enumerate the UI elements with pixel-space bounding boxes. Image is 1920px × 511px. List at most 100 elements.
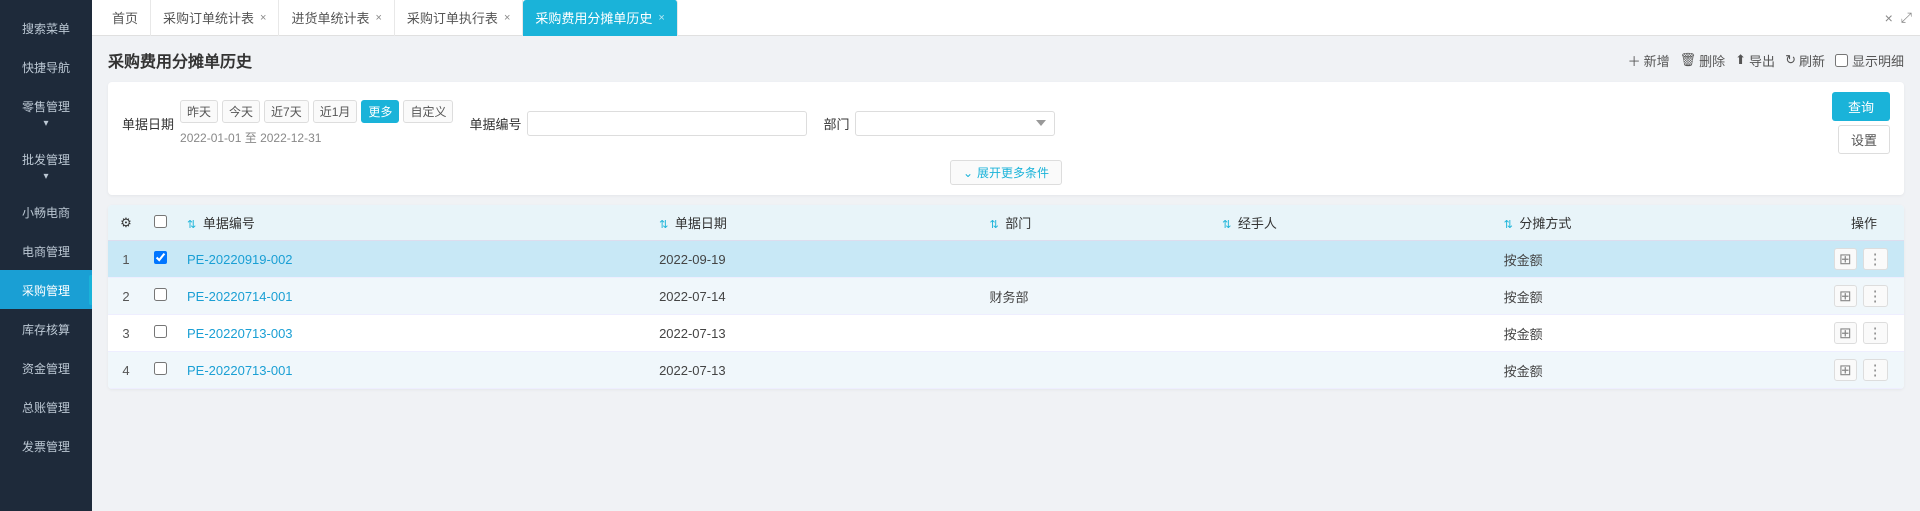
check-cell[interactable] xyxy=(144,241,177,278)
tab-home[interactable]: 首页 xyxy=(100,0,151,36)
check-cell[interactable] xyxy=(144,352,177,389)
col-header-doc-num: ⇅ 单据编号 xyxy=(177,205,649,241)
sidebar-item-label: 小畅电商 xyxy=(4,204,88,221)
seq-cell: 4 xyxy=(108,352,144,389)
date-btn-today[interactable]: 今天 xyxy=(222,100,260,123)
action-cell: ⊞ ⋮ xyxy=(1824,278,1904,315)
sidebar-item-purchase[interactable]: 采购管理 xyxy=(0,270,92,309)
add-button[interactable]: ＋ 新增 xyxy=(1628,51,1670,70)
sidebar-item-wholesale[interactable]: 批发管理 ▾ xyxy=(0,139,92,192)
tab-label: 采购订单统计表 xyxy=(163,8,254,27)
dept-cell xyxy=(979,241,1212,278)
data-table-wrap: ⚙ ⇅ 单据编号 ⇅ 单据日期 xyxy=(108,205,1904,389)
view-icon[interactable]: ⊞ xyxy=(1834,285,1857,307)
doc-num-link[interactable]: PE-20220919-002 xyxy=(187,252,293,267)
view-icon[interactable]: ⊞ xyxy=(1834,248,1857,270)
close-icon[interactable]: × xyxy=(504,12,510,24)
tab-label: 采购费用分摊单历史 xyxy=(535,8,652,27)
doc-num-cell: PE-20220713-003 xyxy=(177,315,649,352)
export-button[interactable]: ⬆ 导出 xyxy=(1735,51,1775,70)
close-icon[interactable]: × xyxy=(375,12,381,24)
col-header-doc-date: ⇅ 单据日期 xyxy=(649,205,979,241)
more-icon[interactable]: ⋮ xyxy=(1863,359,1888,381)
more-icon[interactable]: ⋮ xyxy=(1863,248,1888,270)
sidebar-item-invoice[interactable]: 发票管理 xyxy=(0,426,92,465)
dept-select[interactable] xyxy=(855,111,1055,136)
refresh-button[interactable]: ↻ 刷新 xyxy=(1785,51,1825,70)
sidebar-item-ecommerce[interactable]: 电商管理 xyxy=(0,231,92,270)
sidebar-item-label: 搜索菜单 xyxy=(4,20,88,37)
row-checkbox[interactable] xyxy=(154,288,167,301)
more-icon[interactable]: ⋮ xyxy=(1863,322,1888,344)
close-icon[interactable]: × xyxy=(260,12,266,24)
check-cell[interactable] xyxy=(144,315,177,352)
row-checkbox[interactable] xyxy=(154,325,167,338)
doc-num-input[interactable] xyxy=(527,111,807,136)
show-cols-label-text: 显示明细 xyxy=(1852,51,1904,70)
add-label: 新增 xyxy=(1644,51,1670,70)
settings-button[interactable]: 设置 xyxy=(1838,125,1890,154)
chevron-down-icon: ▾ xyxy=(43,118,48,129)
seq-cell: 2 xyxy=(108,278,144,315)
tab-label: 首页 xyxy=(112,8,138,27)
sidebar-item-search[interactable]: 搜索菜单 xyxy=(0,8,92,47)
handler-cell xyxy=(1212,352,1494,389)
table-check-th[interactable] xyxy=(144,205,177,241)
select-all-checkbox[interactable] xyxy=(154,215,167,228)
tab-purchase-order-stats[interactable]: 采购订单统计表 × xyxy=(151,0,279,36)
split-method-cell: 按金额 xyxy=(1494,278,1824,315)
row-checkbox[interactable] xyxy=(154,251,167,264)
dept-filter: 部门 xyxy=(823,111,1055,136)
doc-num-link[interactable]: PE-20220713-003 xyxy=(187,326,293,341)
tab-purchase-cost-history[interactable]: 采购费用分摊单历史 × xyxy=(523,0,677,36)
table-row: 3 PE-20220713-003 2022-07-13 按金额 ⊞ ⋮ xyxy=(108,315,1904,352)
date-btn-yesterday[interactable]: 昨天 xyxy=(180,100,218,123)
table-row: 4 PE-20220713-001 2022-07-13 按金额 ⊞ ⋮ xyxy=(108,352,1904,389)
view-icon[interactable]: ⊞ xyxy=(1834,322,1857,344)
seq-cell: 3 xyxy=(108,315,144,352)
delete-button[interactable]: 🗑 删除 xyxy=(1680,51,1726,70)
show-cols-toggle[interactable]: 显示明细 xyxy=(1835,51,1904,70)
date-btn-custom[interactable]: 自定义 xyxy=(403,100,453,123)
action-cell: ⊞ ⋮ xyxy=(1824,315,1904,352)
date-btn-more[interactable]: 更多 xyxy=(361,100,399,123)
expand-button[interactable]: ⌄ 展开更多条件 xyxy=(950,160,1062,185)
row-checkbox[interactable] xyxy=(154,362,167,375)
split-method-cell: 按金额 xyxy=(1494,352,1824,389)
col-header-label: 单据编号 xyxy=(203,216,255,231)
sidebar-item-ledger[interactable]: 总账管理 xyxy=(0,387,92,426)
check-cell[interactable] xyxy=(144,278,177,315)
more-icon[interactable]: ⋮ xyxy=(1863,285,1888,307)
toolbar: ＋ 新增 🗑 删除 ⬆ 导出 ↻ 刷新 显示明细 xyxy=(1628,51,1904,70)
doc-date-cell: 2022-07-13 xyxy=(649,315,979,352)
date-btn-7days[interactable]: 近7天 xyxy=(264,100,309,123)
sidebar-item-label: 发票管理 xyxy=(4,438,88,455)
date-section: 昨天 今天 近7天 近1月 更多 自定义 2022-01-01 至 2022-1… xyxy=(180,100,453,146)
show-cols-checkbox[interactable] xyxy=(1835,54,1848,67)
close-icon[interactable]: × xyxy=(658,12,664,24)
expand-label: 展开更多条件 xyxy=(977,164,1049,181)
tab-purchase-exec[interactable]: 采购订单执行表 × xyxy=(395,0,523,36)
handler-cell xyxy=(1212,241,1494,278)
table-settings-icon-th[interactable]: ⚙ xyxy=(108,205,144,241)
sidebar-item-finance[interactable]: 资金管理 xyxy=(0,348,92,387)
refresh-label: 刷新 xyxy=(1799,51,1825,70)
tab-inbound-stats[interactable]: 进货单统计表 × xyxy=(279,0,394,36)
close-window-icon[interactable]: × xyxy=(1885,10,1893,26)
sidebar-item-inventory[interactable]: 库存核算 xyxy=(0,309,92,348)
filter-row: 单据日期 昨天 今天 近7天 近1月 更多 自定义 2022-01-01 至 2… xyxy=(122,92,1890,154)
sidebar-item-label: 电商管理 xyxy=(4,243,88,260)
doc-num-link[interactable]: PE-20220713-001 xyxy=(187,363,293,378)
date-btn-1month[interactable]: 近1月 xyxy=(313,100,358,123)
view-icon[interactable]: ⊞ xyxy=(1834,359,1857,381)
maximize-icon[interactable]: ⤢ xyxy=(1901,9,1912,26)
sidebar-item-ecommerce-small[interactable]: 小畅电商 xyxy=(0,192,92,231)
sidebar-item-quicknav[interactable]: 快捷导航 xyxy=(0,47,92,86)
sidebar-item-label: 零售管理 xyxy=(4,98,88,115)
doc-num-filter: 单据编号 xyxy=(469,111,807,136)
sidebar-item-label: 快捷导航 xyxy=(4,59,88,76)
sidebar-item-retail[interactable]: 零售管理 ▾ xyxy=(0,86,92,139)
query-button[interactable]: 查询 xyxy=(1832,92,1890,121)
doc-num-cell: PE-20220714-001 xyxy=(177,278,649,315)
doc-num-link[interactable]: PE-20220714-001 xyxy=(187,289,293,304)
